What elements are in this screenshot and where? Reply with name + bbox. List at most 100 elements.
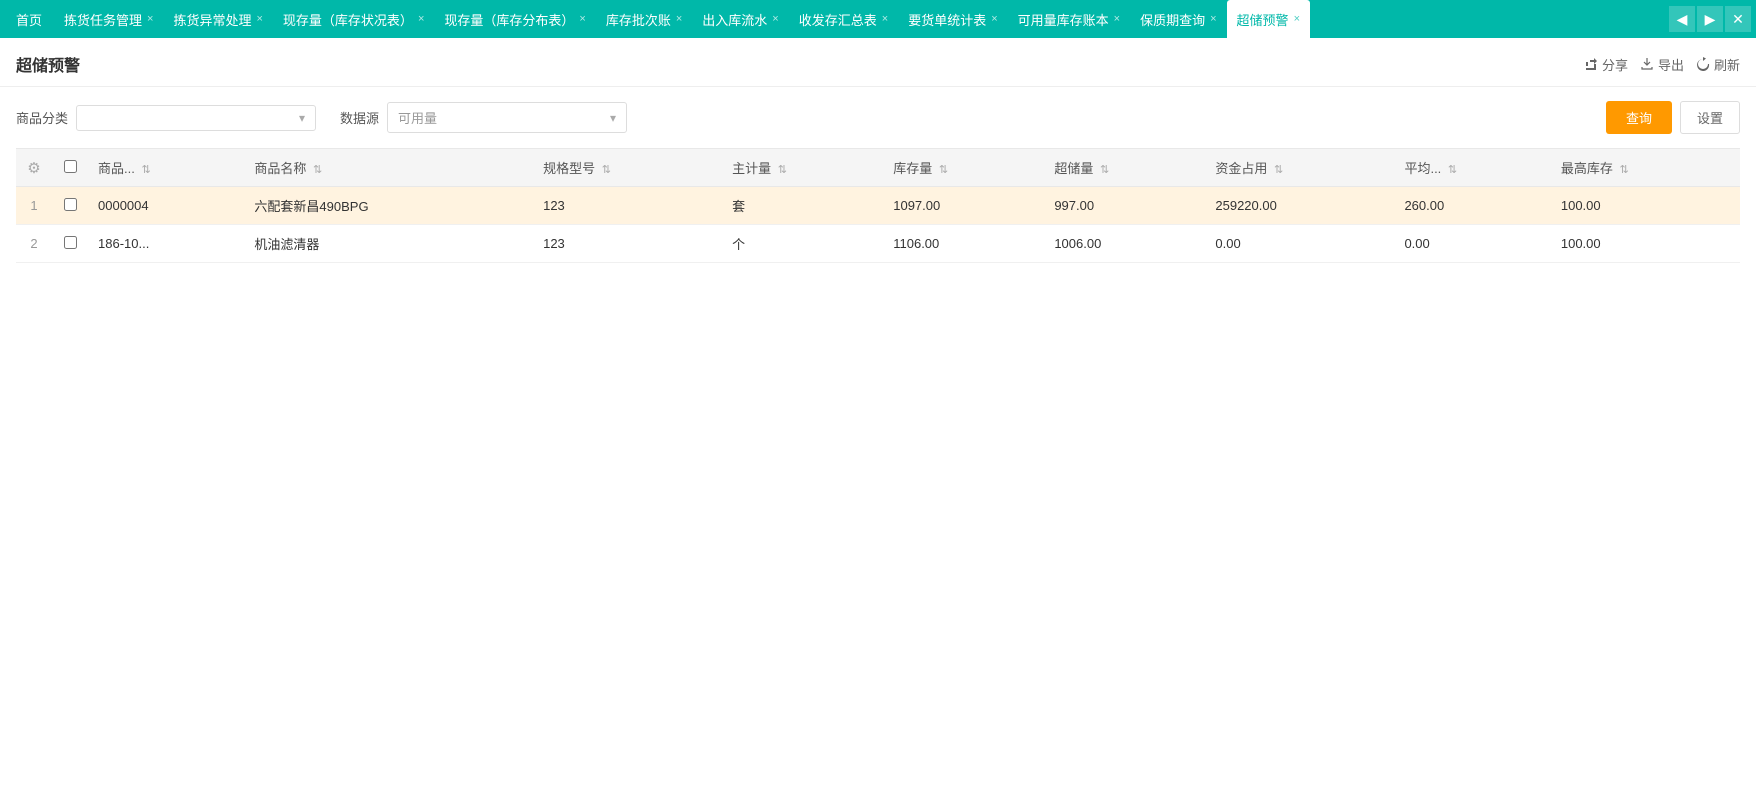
nav-tab-label-0: 拣货任务管理 xyxy=(64,10,142,29)
nav-next-button[interactable]: ▶ xyxy=(1697,6,1723,32)
row-2-spec: 123 xyxy=(533,225,722,263)
col-spec-sort-icon[interactable]: ⇅ xyxy=(602,163,611,176)
nav-tab-label-3: 现存量（库存分布表） xyxy=(444,10,574,29)
select-all-checkbox[interactable] xyxy=(64,160,77,173)
col-avg-label: 平均... xyxy=(1404,161,1441,176)
col-avg-sort-icon[interactable]: ⇅ xyxy=(1448,163,1457,176)
col-header-spec: 规格型号 ⇅ xyxy=(533,149,722,187)
filter-right: 查询 设置 xyxy=(1606,101,1740,134)
row-2-name: 机油滤清器 xyxy=(244,225,533,263)
nav-tab-close-10[interactable]: × xyxy=(1294,13,1300,25)
col-header-maxstock: 最高库存 ⇅ xyxy=(1551,149,1740,187)
nav-tab-0[interactable]: 拣货任务管理 × xyxy=(54,0,163,38)
col-code-sort-icon[interactable]: ⇅ xyxy=(141,163,150,176)
row-2-checkbox-cell xyxy=(52,225,88,263)
nav-tab-close-0[interactable]: × xyxy=(147,13,153,25)
row-1-overstock: 997.00 xyxy=(1044,187,1205,225)
col-unit-sort-icon[interactable]: ⇅ xyxy=(778,163,787,176)
row-1-capital: 259220.00 xyxy=(1205,187,1394,225)
row-1-avg: 260.00 xyxy=(1394,187,1550,225)
row-1-index: 1 xyxy=(16,187,52,225)
nav-tab-close-8[interactable]: × xyxy=(1114,13,1120,25)
col-capital-sort-icon[interactable]: ⇅ xyxy=(1274,163,1283,176)
nav-tab-8[interactable]: 可用量库存账本 × xyxy=(1008,0,1130,38)
row-2-checkbox[interactable] xyxy=(64,236,77,249)
header-actions: 分享 导出 刷新 xyxy=(1584,55,1740,74)
row-1-code: 0000004 xyxy=(88,187,244,225)
top-navigation: 首页 拣货任务管理 × 拣货异常处理 × 现存量（库存状况表） × 现存量（库存… xyxy=(0,0,1756,38)
page-header: 超储预警 分享 导出 刷新 xyxy=(0,38,1756,87)
col-header-code: 商品... ⇅ xyxy=(88,149,244,187)
nav-tab-label-6: 收发存汇总表 xyxy=(799,10,877,29)
datasource-value: 可用量 xyxy=(398,108,437,127)
table-body: 1 0000004 六配套新昌490BPG 123 套 1097.00 997.… xyxy=(16,187,1740,263)
row-1-checkbox[interactable] xyxy=(64,198,77,211)
nav-tab-close-9[interactable]: × xyxy=(1210,13,1216,25)
nav-tab-9[interactable]: 保质期查询 × xyxy=(1130,0,1226,38)
nav-tab-close-6[interactable]: × xyxy=(882,13,888,25)
table-header: ⚙ 商品... ⇅ 商品名称 ⇅ 规格型号 ⇅ xyxy=(16,149,1740,187)
row-2-avg: 0.00 xyxy=(1394,225,1550,263)
col-overstock-sort-icon[interactable]: ⇅ xyxy=(1100,163,1109,176)
col-spec-label: 规格型号 xyxy=(543,161,595,176)
filter-bar: 商品分类 ▾ 数据源 可用量 ▾ 查询 设置 xyxy=(0,87,1756,148)
category-select[interactable]: ▾ xyxy=(76,105,316,131)
nav-tab-label-8: 可用量库存账本 xyxy=(1018,10,1109,29)
col-stock-sort-icon[interactable]: ⇅ xyxy=(939,163,948,176)
nav-tab-10[interactable]: 超储预警 × xyxy=(1227,0,1310,38)
filter-group-datasource: 数据源 可用量 ▾ xyxy=(340,102,627,133)
row-2-unit: 个 xyxy=(722,225,883,263)
refresh-icon xyxy=(1696,57,1710,71)
nav-tab-close-2[interactable]: × xyxy=(418,13,424,25)
col-header-stock: 库存量 ⇅ xyxy=(883,149,1044,187)
col-capital-label: 资金占用 xyxy=(1215,161,1267,176)
col-header-avg: 平均... ⇅ xyxy=(1394,149,1550,187)
col-header-checkbox xyxy=(52,149,88,187)
row-1-unit: 套 xyxy=(722,187,883,225)
col-header-capital: 资金占用 ⇅ xyxy=(1205,149,1394,187)
nav-tab-7[interactable]: 要货单统计表 × xyxy=(898,0,1007,38)
nav-tab-label-9: 保质期查询 xyxy=(1140,10,1205,29)
col-name-sort-icon[interactable]: ⇅ xyxy=(313,163,322,176)
nav-tab-2[interactable]: 现存量（库存状况表） × xyxy=(273,0,434,38)
page-title: 超储预警 xyxy=(16,52,80,76)
col-header-overstock: 超储量 ⇅ xyxy=(1044,149,1205,187)
share-button[interactable]: 分享 xyxy=(1584,55,1628,74)
nav-tab-close-1[interactable]: × xyxy=(256,13,262,25)
nav-tab-1[interactable]: 拣货异常处理 × xyxy=(163,0,272,38)
datasource-select[interactable]: 可用量 ▾ xyxy=(387,102,627,133)
nav-tab-label-1: 拣货异常处理 xyxy=(173,10,251,29)
nav-prev-button[interactable]: ◀ xyxy=(1669,6,1695,32)
nav-tab-4[interactable]: 库存批次账 × xyxy=(596,0,692,38)
row-2-overstock: 1006.00 xyxy=(1044,225,1205,263)
nav-tab-close-7[interactable]: × xyxy=(991,13,997,25)
nav-home[interactable]: 首页 xyxy=(4,10,54,29)
col-header-name: 商品名称 ⇅ xyxy=(244,149,533,187)
col-stock-label: 库存量 xyxy=(893,161,932,176)
refresh-label: 刷新 xyxy=(1714,55,1740,74)
nav-tab-3[interactable]: 现存量（库存分布表） × xyxy=(434,0,595,38)
nav-tab-label-2: 现存量（库存状况表） xyxy=(283,10,413,29)
col-maxstock-sort-icon[interactable]: ⇅ xyxy=(1620,163,1629,176)
refresh-button[interactable]: 刷新 xyxy=(1696,55,1740,74)
nav-tab-6[interactable]: 收发存汇总表 × xyxy=(789,0,898,38)
export-button[interactable]: 导出 xyxy=(1640,55,1684,74)
nav-tab-close-5[interactable]: × xyxy=(772,13,778,25)
nav-tab-close-4[interactable]: × xyxy=(676,13,682,25)
category-label: 商品分类 xyxy=(16,108,68,127)
nav-tab-label-5: 出入库流水 xyxy=(702,10,767,29)
row-2-index: 2 xyxy=(16,225,52,263)
share-label: 分享 xyxy=(1602,55,1628,74)
col-name-label: 商品名称 xyxy=(254,161,306,176)
nav-close-button[interactable]: ✕ xyxy=(1725,6,1751,32)
nav-tab-5[interactable]: 出入库流水 × xyxy=(692,0,788,38)
gear-icon[interactable]: ⚙ xyxy=(27,160,40,177)
settings-button[interactable]: 设置 xyxy=(1680,101,1740,134)
query-button[interactable]: 查询 xyxy=(1606,101,1672,134)
row-2-stock: 1106.00 xyxy=(883,225,1044,263)
category-dropdown-icon: ▾ xyxy=(299,111,305,125)
nav-arrows: ◀ ▶ ✕ xyxy=(1668,6,1752,32)
nav-tab-close-3[interactable]: × xyxy=(579,13,585,25)
data-table-wrap: ⚙ 商品... ⇅ 商品名称 ⇅ 规格型号 ⇅ xyxy=(0,148,1756,263)
col-header-unit: 主计量 ⇅ xyxy=(722,149,883,187)
